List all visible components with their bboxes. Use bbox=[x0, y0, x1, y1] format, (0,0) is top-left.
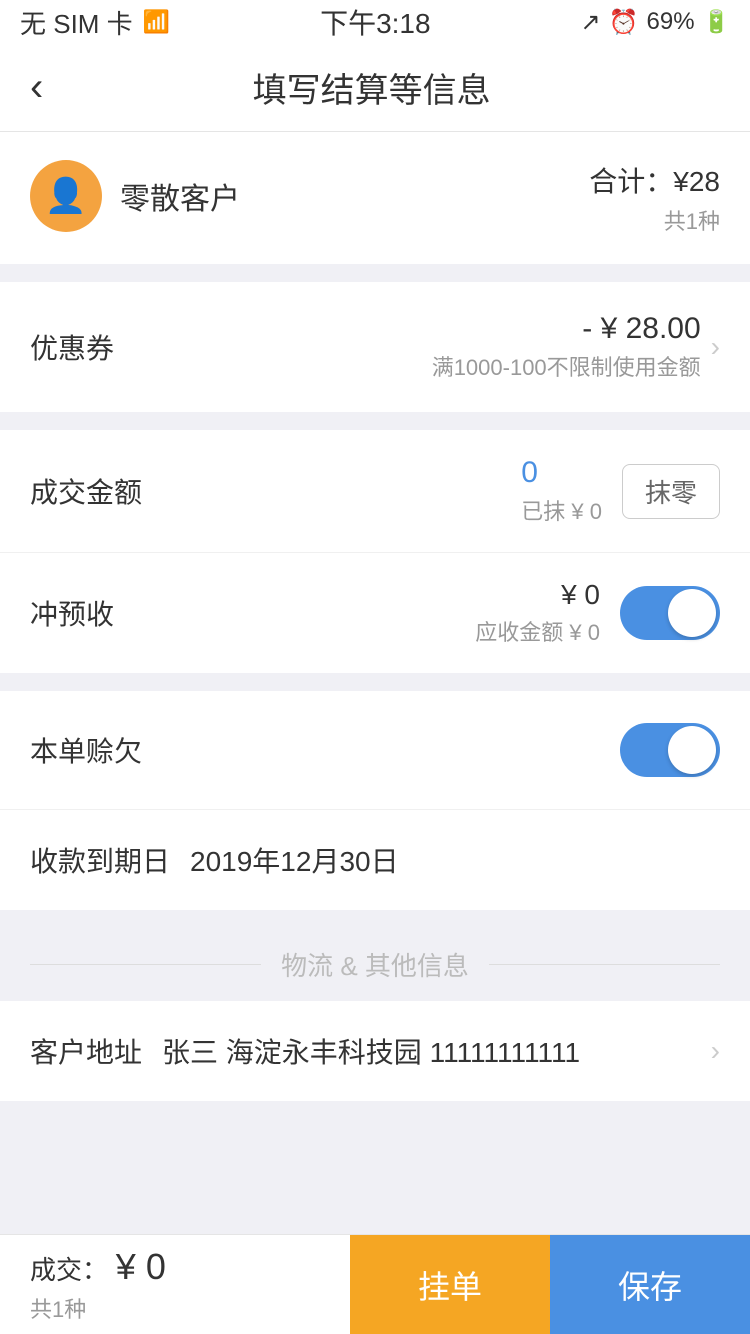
total-price: 合计：¥28 bbox=[589, 160, 720, 200]
prepay-amount: ¥ 0 bbox=[475, 579, 600, 611]
hang-button-label: 挂单 bbox=[418, 1262, 482, 1308]
address-chevron-icon: › bbox=[711, 1035, 720, 1067]
bottom-bar: 成交： ¥ 0 共1种 挂单 保存 bbox=[0, 1234, 750, 1334]
divider-line-right bbox=[489, 964, 720, 965]
bottom-count: 共1种 bbox=[30, 1292, 320, 1324]
chevron-right-icon: › bbox=[711, 331, 720, 363]
alarm-icon: ⏰ bbox=[609, 8, 639, 37]
avatar: 👤 bbox=[30, 160, 102, 232]
debt-toggle[interactable] bbox=[620, 723, 720, 777]
address-section[interactable]: 客户地址 张三 海淀永丰科技园 11111111111 › bbox=[0, 1001, 750, 1101]
due-date-value: 2019年12月30日 bbox=[190, 840, 399, 880]
debt-label: 本单赊欠 bbox=[30, 730, 142, 770]
no-sim-label: 无 SIM 卡 bbox=[20, 4, 133, 41]
customer-info: 👤 零散客户 bbox=[30, 160, 240, 232]
coupon-desc: 满1000-100不限制使用金额 bbox=[432, 350, 701, 382]
page-title: 填写结算等信息 bbox=[63, 63, 680, 112]
transaction-rounded-sub: 已抹 ¥ 0 bbox=[521, 494, 602, 526]
back-button[interactable]: ‹ bbox=[30, 65, 63, 110]
status-time: 下午3:18 bbox=[320, 2, 431, 42]
round-zero-button[interactable]: 抹零 bbox=[622, 464, 720, 519]
due-date-row: 收款到期日 2019年12月30日 bbox=[0, 810, 750, 910]
save-button-label: 保存 bbox=[618, 1262, 682, 1308]
prepay-label: 冲预收 bbox=[30, 593, 114, 633]
toggle-knob bbox=[668, 589, 716, 637]
debt-section: 本单赊欠 收款到期日 2019年12月30日 bbox=[0, 691, 750, 910]
customer-total: 合计：¥28 共1种 bbox=[589, 160, 720, 236]
bottom-deal-line: 成交： ¥ 0 bbox=[30, 1246, 320, 1288]
transaction-amount-row: 成交金额 0 已抹 ¥ 0 抹零 bbox=[0, 430, 750, 553]
transaction-section: 成交金额 0 已抹 ¥ 0 抹零 冲预收 ¥ 0 应收金额 ¥ 0 bbox=[0, 430, 750, 673]
battery-label: 69% bbox=[647, 8, 695, 36]
debt-toggle-knob bbox=[668, 726, 716, 774]
prepay-info: ¥ 0 应收金额 ¥ 0 bbox=[475, 579, 600, 647]
avatar-icon: 👤 bbox=[45, 176, 87, 216]
bottom-deal-label: 成交： bbox=[30, 1255, 108, 1285]
transaction-amount-info: 0 已抹 ¥ 0 bbox=[521, 456, 602, 526]
transaction-amount-right: 0 已抹 ¥ 0 抹零 bbox=[521, 456, 720, 526]
coupon-label: 优惠券 bbox=[30, 327, 114, 367]
status-left: 无 SIM 卡 📶 bbox=[20, 4, 170, 41]
location-icon: ↗ bbox=[581, 8, 601, 37]
prepay-right: ¥ 0 应收金额 ¥ 0 bbox=[475, 579, 720, 647]
logistics-divider: 物流 & 其他信息 bbox=[0, 928, 750, 1001]
debt-row: 本单赊欠 bbox=[0, 691, 750, 810]
customer-name: 零散客户 bbox=[120, 174, 240, 218]
coupon-info: - ¥ 28.00 满1000-100不限制使用金额 bbox=[432, 312, 701, 382]
coupon-section[interactable]: 优惠券 - ¥ 28.00 满1000-100不限制使用金额 › bbox=[0, 282, 750, 412]
prepay-toggle[interactable] bbox=[620, 586, 720, 640]
total-count: 共1种 bbox=[589, 204, 720, 236]
prepay-receivable: 应收金额 ¥ 0 bbox=[475, 615, 600, 647]
customer-section: 👤 零散客户 合计：¥28 共1种 bbox=[0, 132, 750, 264]
nav-bar: ‹ 填写结算等信息 bbox=[0, 44, 750, 132]
hang-button[interactable]: 挂单 bbox=[350, 1235, 550, 1334]
coupon-right: - ¥ 28.00 满1000-100不限制使用金额 › bbox=[432, 312, 720, 382]
wifi-icon: 📶 bbox=[143, 9, 170, 35]
divider-line-left bbox=[30, 964, 261, 965]
coupon-amount: - ¥ 28.00 bbox=[432, 312, 701, 346]
bottom-deal-amount: ¥ 0 bbox=[116, 1246, 166, 1287]
prepay-row: 冲预收 ¥ 0 应收金额 ¥ 0 bbox=[0, 553, 750, 673]
due-date-label: 收款到期日 bbox=[30, 840, 170, 880]
battery-icon: 🔋 bbox=[703, 9, 730, 35]
status-bar: 无 SIM 卡 📶 下午3:18 ↗ ⏰ 69% 🔋 bbox=[0, 0, 750, 44]
save-button[interactable]: 保存 bbox=[550, 1235, 750, 1334]
coupon-row[interactable]: 优惠券 - ¥ 28.00 满1000-100不限制使用金额 › bbox=[0, 282, 750, 412]
logistics-label: 物流 & 其他信息 bbox=[281, 946, 469, 983]
transaction-amount-label: 成交金额 bbox=[30, 471, 142, 511]
address-row[interactable]: 客户地址 张三 海淀永丰科技园 11111111111 › bbox=[0, 1001, 750, 1101]
transaction-amount-value: 0 bbox=[521, 456, 538, 489]
status-right: ↗ ⏰ 69% 🔋 bbox=[581, 8, 730, 37]
address-value: 张三 海淀永丰科技园 11111111111 bbox=[162, 1031, 701, 1071]
bottom-summary: 成交： ¥ 0 共1种 bbox=[0, 1246, 350, 1324]
address-label: 客户地址 bbox=[30, 1031, 142, 1071]
